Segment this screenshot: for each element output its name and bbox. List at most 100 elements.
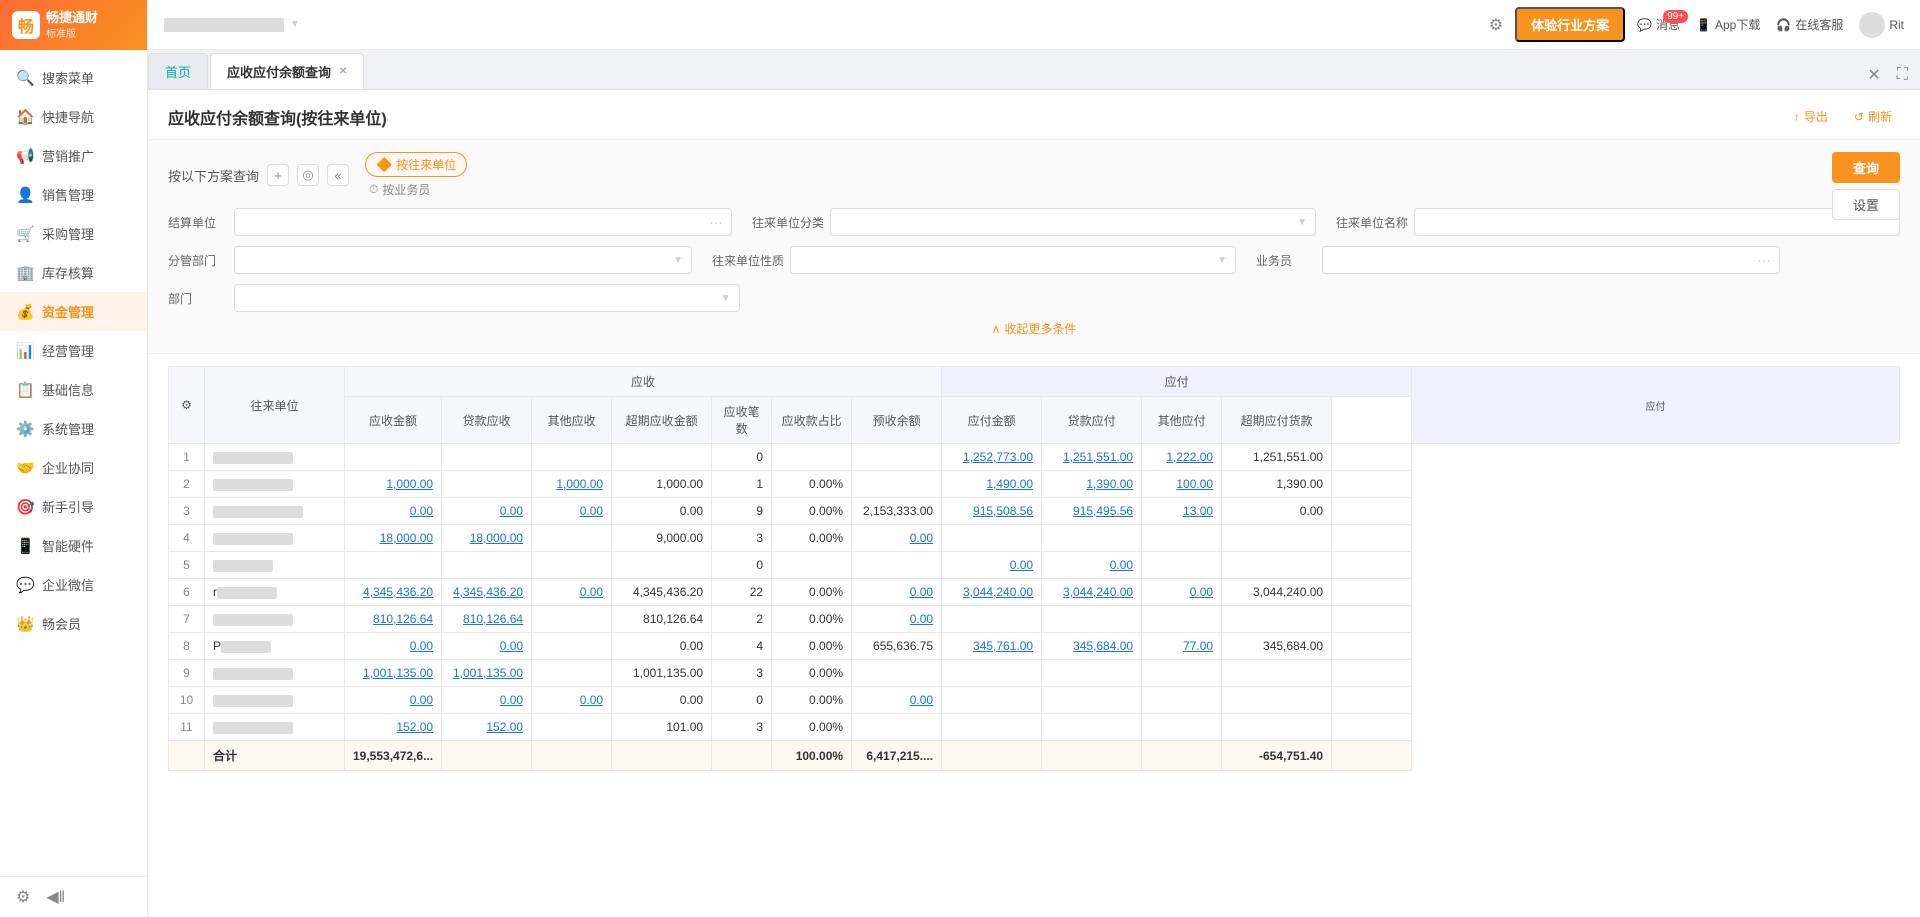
filter-by-employee-button[interactable]: ⏱ 按业务员 — [365, 181, 467, 198]
count-val: 2 — [712, 606, 772, 633]
finance-icon: 💰 — [16, 303, 34, 321]
tab-ar-ap[interactable]: 应收应付余额查询 ✕ — [210, 53, 364, 89]
row-no: 8 — [169, 633, 205, 660]
system-icon: ⚙️ — [16, 420, 34, 438]
collapse-sidebar-icon[interactable]: ◀‖ — [46, 887, 65, 907]
wanglai-xing-input[interactable]: ▼ — [790, 246, 1236, 274]
message-button[interactable]: 💬 消息 99+ — [1637, 16, 1680, 33]
page-title: 应收应付余额查询(按往来单位) — [168, 105, 387, 129]
sidebar-item-sales[interactable]: 👤 销售管理 — [0, 175, 147, 214]
table-row: 6 r 4,345,436.20 4,345,436.20 0.00 4,345… — [169, 579, 1900, 606]
wanglai-name-field-group: 往来单位名称 — [1336, 208, 1900, 236]
row-no: 1 — [169, 444, 205, 471]
tabs-bar: 首页 应收应付余额查询 ✕ ✕ ⛶ — [148, 50, 1920, 90]
logo-sub: 标准版 — [46, 25, 98, 40]
search-add-button[interactable]: + — [267, 164, 289, 186]
wanglai-fen-input[interactable]: ▼ — [830, 208, 1316, 236]
settings-bottom-icon[interactable]: ⚙ — [16, 887, 30, 907]
user-menu[interactable]: Rit — [1859, 12, 1904, 38]
settings-button[interactable]: 设置 — [1832, 189, 1900, 220]
fu-overdue-val: 345,684.00 — [1222, 633, 1332, 660]
fu-col-val — [1332, 687, 1412, 714]
table-row: 7 810,126.64 810,126.64 810,126.64 2 0.0… — [169, 606, 1900, 633]
overdue-val: 101.00 — [612, 714, 712, 741]
sidebar-item-purchase[interactable]: 🛒 采购管理 — [0, 214, 147, 253]
app-download-button[interactable]: 📱 App下载 — [1696, 16, 1760, 33]
footer-label: 合计 — [205, 741, 345, 771]
search-area: 按以下方案查询 + ◎ « 🔶 按往来单位 ⏱ 按业务员 结算单位 — [148, 140, 1920, 354]
fu-amount-val — [942, 687, 1042, 714]
sidebar-item-label: 搜索菜单 — [42, 68, 94, 87]
sidebar-item-quick-nav[interactable]: 🏠 快捷导航 — [0, 97, 147, 136]
search-setting-button[interactable]: ◎ — [297, 164, 319, 186]
sidebar-item-wechat[interactable]: 💬 企业微信 — [0, 565, 147, 604]
tab-close-icon[interactable]: ✕ — [339, 66, 347, 77]
sidebar-item-finance[interactable]: 💰 资金管理 — [0, 292, 147, 331]
guide-icon: 🎯 — [16, 498, 34, 516]
fu-overdue-val: 0.00 — [1222, 498, 1332, 525]
wanglai-name-input[interactable] — [1414, 208, 1900, 236]
yewu-dots-icon[interactable]: ··· — [1757, 252, 1771, 268]
table-setting-header[interactable]: ⚙ — [169, 367, 205, 444]
other-shou-val: 0.00 — [532, 579, 612, 606]
collapse-conditions-button[interactable]: ∧ 收起更多条件 — [168, 312, 1900, 341]
prepay-val — [852, 660, 942, 687]
shou-amount: 18,000.00 — [345, 525, 442, 552]
yingfu-col-header: 应付 — [1412, 367, 1900, 444]
sidebar-item-hardware[interactable]: 📱 智能硬件 — [0, 526, 147, 565]
jiesuan-dots-icon[interactable]: ··· — [709, 214, 723, 230]
wanglai-xing-field-group: 往来单位性质 ▼ — [712, 246, 1236, 274]
filter-icon: 🔶 — [376, 157, 392, 173]
export-button[interactable]: ↑ 导出 — [1786, 104, 1836, 129]
sidebar-item-marketing[interactable]: 📢 营销推广 — [0, 136, 147, 175]
search-row-2: 分管部门 ▼ 往来单位性质 ▼ 业务员 ··· — [168, 246, 1900, 274]
ratio-val: 0.00% — [772, 525, 852, 552]
prepay-val: 0.00 — [852, 579, 942, 606]
search-row-3: 部门 ▼ — [168, 284, 1900, 312]
refresh-button[interactable]: ↺ 刷新 — [1846, 104, 1900, 129]
export-icon: ↑ — [1794, 110, 1800, 124]
tab-ar-ap-label: 应收应付余额查询 — [227, 62, 331, 81]
ratio-val: 0.00% — [772, 687, 852, 714]
sidebar-item-label: 企业微信 — [42, 575, 94, 594]
overdue-val — [612, 552, 712, 579]
sidebar-item-basic[interactable]: 📋 基础信息 — [0, 370, 147, 409]
fu-amount-header: 应付金额 — [942, 397, 1042, 444]
footer-fu-other — [1142, 741, 1222, 771]
sidebar-item-label: 库存核算 — [42, 263, 94, 282]
online-service-button[interactable]: 🎧 在线客服 — [1776, 16, 1843, 33]
partner-name — [205, 498, 345, 525]
sidebar-item-operation[interactable]: 📊 经营管理 — [0, 331, 147, 370]
daikuan-val: 0.00 — [442, 633, 532, 660]
wechat-icon: 💬 — [16, 576, 34, 594]
footer-overdue — [612, 741, 712, 771]
yewu-input[interactable]: ··· — [1322, 246, 1780, 274]
jiesuan-input[interactable]: ··· — [234, 208, 732, 236]
fu-overdue-val — [1222, 660, 1332, 687]
sidebar-item-inventory[interactable]: 🏢 库存核算 — [0, 253, 147, 292]
enterprise-icon: 🤝 — [16, 459, 34, 477]
tab-expand-icon[interactable]: ⛶ — [1893, 62, 1912, 88]
fu-other-val — [1142, 525, 1222, 552]
overdue-header: 超期应收金额 — [612, 397, 712, 444]
sidebar-item-guide[interactable]: 🎯 新手引导 — [0, 487, 147, 526]
overdue-val: 9,000.00 — [612, 525, 712, 552]
search-collapse-button[interactable]: « — [327, 164, 349, 186]
filter-by-partner-button[interactable]: 🔶 按往来单位 — [365, 152, 467, 177]
sidebar-item-system[interactable]: ⚙️ 系统管理 — [0, 409, 147, 448]
tab-close-all-icon[interactable]: ✕ — [1863, 61, 1884, 89]
prepay-val: 0.00 — [852, 525, 942, 552]
query-button[interactable]: 查询 — [1832, 152, 1900, 183]
search-label: 按以下方案查询 — [168, 166, 259, 185]
promo-button[interactable]: 体验行业方案 — [1515, 7, 1625, 42]
sidebar-item-enterprise[interactable]: 🤝 企业协同 — [0, 448, 147, 487]
fenguan-input[interactable]: ▼ — [234, 246, 692, 274]
row-no: 9 — [169, 660, 205, 687]
username: Rit — [1889, 18, 1904, 32]
sidebar-item-member[interactable]: 👑 畅会员 — [0, 604, 147, 643]
header-gear-icon[interactable]: ⚙ — [1489, 15, 1503, 35]
row-no: 11 — [169, 714, 205, 741]
sidebar-item-search-menu[interactable]: 🔍 搜索菜单 — [0, 58, 147, 97]
tab-home[interactable]: 首页 — [148, 53, 208, 89]
bumen-input[interactable]: ▼ — [234, 284, 740, 312]
